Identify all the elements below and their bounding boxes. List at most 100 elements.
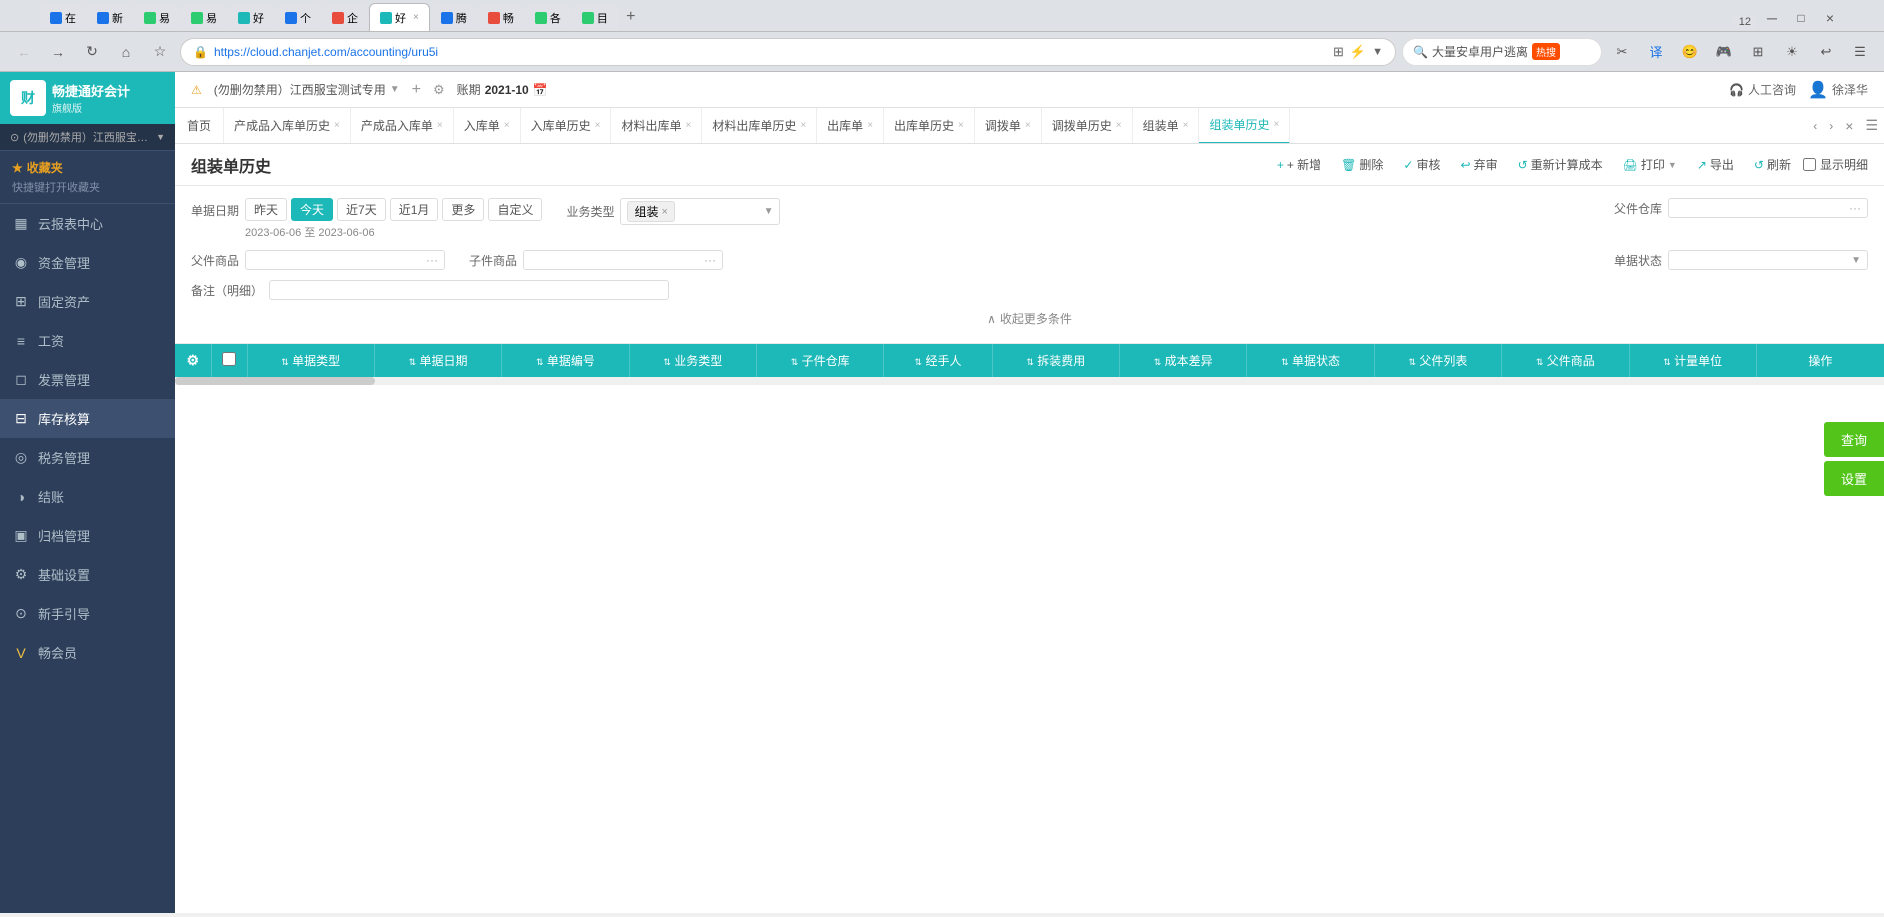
- today-btn[interactable]: 今天: [291, 198, 333, 221]
- tabs-menu-btn[interactable]: ☰: [1859, 117, 1884, 134]
- nav-tab-mat-out[interactable]: 材料出库单 ×: [611, 108, 702, 144]
- grid-icon[interactable]: ⊞: [1333, 44, 1344, 60]
- close-icon[interactable]: ×: [685, 120, 691, 131]
- close-icon[interactable]: ×: [504, 120, 510, 131]
- child-goods-input[interactable]: [530, 253, 704, 267]
- close-window-button[interactable]: ×: [1816, 5, 1844, 31]
- close-icon[interactable]: ×: [1273, 119, 1279, 130]
- collapse-bar[interactable]: ∧ 收起更多条件: [191, 306, 1868, 331]
- settings-button[interactable]: 设置: [1824, 461, 1884, 496]
- dropdown-icon[interactable]: ▼: [1372, 46, 1383, 58]
- audit-button[interactable]: ✓ 审核: [1395, 152, 1448, 177]
- nav-tab-in[interactable]: 入库单 ×: [454, 108, 521, 144]
- nav-tab-out[interactable]: 出库单 ×: [817, 108, 884, 144]
- browser-tab-12[interactable]: 目: [572, 5, 618, 31]
- custom-btn[interactable]: 自定义: [488, 198, 542, 221]
- browser-tab-7[interactable]: 企: [322, 5, 368, 31]
- close-icon[interactable]: ×: [413, 12, 419, 23]
- browser-tab-5[interactable]: 好: [228, 5, 274, 31]
- close-icon[interactable]: ×: [800, 120, 806, 131]
- nav-tab-prod-in[interactable]: 产成品入库单 ×: [351, 108, 454, 144]
- sidebar-item-inventory[interactable]: ⊟ 库存核算: [0, 399, 175, 438]
- scrollbar-thumb[interactable]: [175, 377, 375, 385]
- browser-tab-3[interactable]: 易: [134, 5, 180, 31]
- remarks-input[interactable]: [276, 283, 662, 297]
- browser-tab-6[interactable]: 个: [275, 5, 321, 31]
- nav-tab-transfer-history[interactable]: 调拨单历史 ×: [1042, 108, 1133, 144]
- nav-tab-home[interactable]: 首页: [175, 108, 224, 144]
- export-button[interactable]: ↗ 导出: [1689, 152, 1742, 177]
- grid-view-btn[interactable]: ⊞: [1744, 38, 1772, 66]
- refresh-button[interactable]: ↺ 刷新: [1746, 152, 1799, 177]
- nav-tab-assemble[interactable]: 组装单 ×: [1133, 108, 1200, 144]
- translate-btn[interactable]: 译: [1642, 38, 1670, 66]
- game-btn[interactable]: 🎮: [1710, 38, 1738, 66]
- undo-btn[interactable]: ↩: [1812, 38, 1840, 66]
- status-input[interactable]: [1675, 253, 1851, 267]
- company-name[interactable]: (勿删勿禁用）江西服宝测试专用 ▼: [214, 81, 400, 98]
- scissors-btn[interactable]: ✂: [1608, 38, 1636, 66]
- th-biz-type[interactable]: ⇅ 业务类型: [629, 344, 756, 377]
- sidebar-item-payroll[interactable]: ≡ 工资: [0, 321, 175, 360]
- tabs-close-btn[interactable]: ×: [1839, 118, 1859, 134]
- close-icon[interactable]: ×: [334, 120, 340, 131]
- reload-button[interactable]: ↻: [78, 38, 106, 66]
- biz-type-select-wrap[interactable]: 组装 × ▼: [620, 198, 780, 225]
- browser-tab-8-active[interactable]: 好 ×: [369, 3, 430, 31]
- th-disassemble-cost[interactable]: ⇅ 拆装费用: [992, 344, 1119, 377]
- nav-tab-out-history[interactable]: 出库单历史 ×: [884, 108, 975, 144]
- browser-tab-9[interactable]: 腾: [431, 5, 477, 31]
- th-doc-type[interactable]: ⇅ 单据类型: [247, 344, 374, 377]
- nav-tab-assemble-history-active[interactable]: 组装单历史 ×: [1199, 108, 1290, 144]
- query-button[interactable]: 查询: [1824, 422, 1884, 457]
- new-tab-button[interactable]: +: [619, 5, 643, 29]
- recalculate-button[interactable]: ↺ 重新计算成本: [1510, 152, 1611, 177]
- horizontal-scrollbar[interactable]: [175, 377, 1884, 385]
- service-btn[interactable]: 🎧 人工咨询: [1729, 81, 1796, 98]
- sidebar-item-settings[interactable]: ⚙ 基础设置: [0, 555, 175, 594]
- browser-tab-4[interactable]: 易: [181, 5, 227, 31]
- sidebar-item-assets[interactable]: ⊞ 固定资产: [0, 282, 175, 321]
- tabs-scroll-left[interactable]: ‹: [1807, 119, 1823, 133]
- add-company-btn[interactable]: +: [412, 81, 421, 99]
- nav-tab-prod-in-history[interactable]: 产成品入库单历史 ×: [224, 108, 351, 144]
- user-avatar[interactable]: 👤 徐泽华: [1808, 80, 1868, 100]
- more-btn[interactable]: 更多: [442, 198, 484, 221]
- browser-tab-1[interactable]: 在: [40, 5, 86, 31]
- forward-button[interactable]: →: [44, 38, 72, 66]
- month-btn[interactable]: 近1月: [390, 198, 439, 221]
- home-button[interactable]: ⌂: [112, 38, 140, 66]
- dots-icon[interactable]: ···: [426, 253, 438, 267]
- dots-icon[interactable]: ···: [704, 253, 716, 267]
- new-button[interactable]: + + 新增: [1269, 152, 1329, 177]
- th-doc-number[interactable]: ⇅ 单据编号: [502, 344, 629, 377]
- back-button[interactable]: ←: [10, 38, 38, 66]
- menu-btn[interactable]: ☰: [1846, 38, 1874, 66]
- close-icon[interactable]: ×: [1183, 120, 1189, 131]
- close-icon[interactable]: ×: [437, 120, 443, 131]
- th-unit[interactable]: ⇅ 计量单位: [1629, 344, 1756, 377]
- sidebar-item-archive[interactable]: ▣ 归档管理: [0, 516, 175, 555]
- sidebar-item-tax[interactable]: ◎ 税务管理: [0, 438, 175, 477]
- abandon-button[interactable]: ↩ 弃审: [1453, 152, 1506, 177]
- delete-button[interactable]: 🗑 删除: [1333, 152, 1391, 177]
- th-parent-list[interactable]: ⇅ 父件列表: [1374, 344, 1501, 377]
- child-goods-input-wrap[interactable]: ···: [523, 250, 723, 270]
- parent-goods-input[interactable]: [252, 253, 426, 267]
- close-icon[interactable]: ×: [595, 120, 601, 131]
- sidebar-item-invoice[interactable]: ◻ 发票管理: [0, 360, 175, 399]
- search-box[interactable]: 🔍 大量安卓用户逃离 热搜: [1402, 38, 1602, 66]
- show-detail-checkbox[interactable]: [1803, 158, 1816, 171]
- close-icon[interactable]: ×: [1025, 120, 1031, 131]
- browser-tab-10[interactable]: 畅: [478, 5, 524, 31]
- yesterday-btn[interactable]: 昨天: [245, 198, 287, 221]
- settings-icon-btn[interactable]: ⚙: [433, 82, 445, 98]
- bookmark-button[interactable]: ☆: [146, 38, 174, 66]
- nav-tab-transfer[interactable]: 调拨单 ×: [975, 108, 1042, 144]
- parent-warehouse-input-wrap[interactable]: ···: [1668, 198, 1868, 218]
- sidebar-item-guide[interactable]: ⊙ 新手引导: [0, 594, 175, 633]
- th-doc-status[interactable]: ⇅ 单据状态: [1247, 344, 1374, 377]
- browser-tab-11[interactable]: 各: [525, 5, 571, 31]
- org-selector[interactable]: ⊙ (勿删勿禁用）江西服宝测试专用 ▼: [0, 124, 175, 151]
- calendar-icon[interactable]: 📅: [533, 83, 548, 97]
